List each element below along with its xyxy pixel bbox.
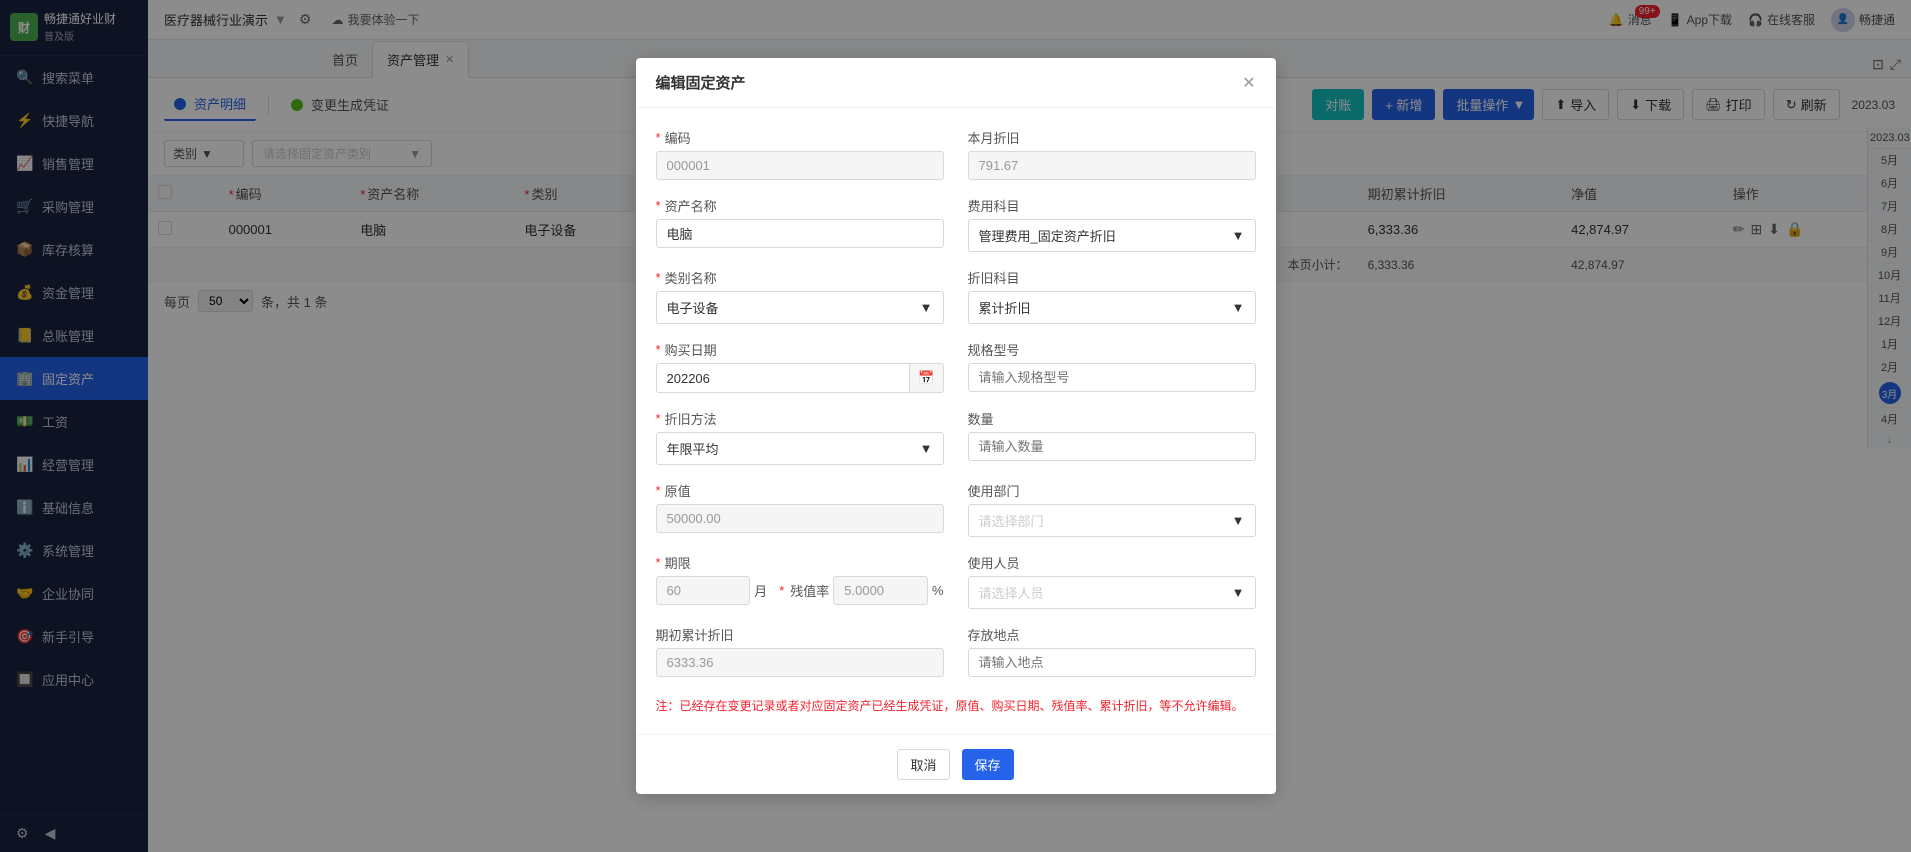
dep-account-select[interactable]: 累计折旧 ▼	[968, 291, 1256, 324]
form-row-dep-account: 折旧科目 累计折旧 ▼	[968, 268, 1256, 324]
code-input[interactable]	[656, 151, 944, 180]
category-label: * 类别名称	[656, 268, 944, 287]
user-placeholder: 请选择人员	[979, 583, 1044, 602]
expense-account-value: 管理费用_固定资产折旧	[979, 226, 1116, 245]
department-select[interactable]: 请选择部门 ▼	[968, 504, 1256, 537]
asset-name-input[interactable]	[656, 219, 944, 248]
form-row-initial-dep: 期初累计折旧	[656, 625, 944, 677]
quantity-input[interactable]	[968, 432, 1256, 461]
save-label: 保存	[975, 755, 1001, 774]
category-value: 电子设备	[667, 298, 719, 317]
residual-rate-label: 残值率	[790, 581, 829, 600]
form-row-asset-name: * 资产名称	[656, 196, 944, 252]
form-row-dep-method: * 折旧方法 年限平均 ▼	[656, 409, 944, 465]
expense-account-select[interactable]: 管理费用_固定资产折旧 ▼	[968, 219, 1256, 252]
modal-note: 注：已经存在变更记录或者对应固定资产已经生成凭证，原值、购买日期、残值率、累计折…	[656, 693, 1256, 714]
original-value-input[interactable]	[656, 504, 944, 533]
dep-method-label: * 折旧方法	[656, 409, 944, 428]
form-row-user: 使用人员 请选择人员 ▼	[968, 553, 1256, 609]
modal-body: * 编码 本月折旧 * 资产名称 费用科目	[636, 108, 1276, 734]
dep-account-label: 折旧科目	[968, 268, 1256, 287]
form-row-monthly-dep: 本月折旧	[968, 128, 1256, 180]
user-arrow: ▼	[1232, 585, 1245, 600]
expense-account-arrow: ▼	[1232, 228, 1245, 243]
dep-account-value: 累计折旧	[979, 298, 1031, 317]
monthly-dep-input[interactable]	[968, 151, 1256, 180]
department-label: 使用部门	[968, 481, 1256, 500]
edit-asset-modal: 编辑固定资产 ✕ * 编码 本月折旧 * 资产名称	[636, 58, 1276, 794]
form-row-department: 使用部门 请选择部门 ▼	[968, 481, 1256, 537]
calendar-icon[interactable]: 📅	[909, 364, 942, 392]
asset-name-label: * 资产名称	[656, 196, 944, 215]
cancel-button[interactable]: 取消	[897, 749, 949, 780]
monthly-dep-label: 本月折旧	[968, 128, 1256, 147]
form-row-expense-account: 费用科目 管理费用_固定资产折旧 ▼	[968, 196, 1256, 252]
modal-overlay: 编辑固定资产 ✕ * 编码 本月折旧 * 资产名称	[0, 0, 1911, 852]
purchase-date-group: 📅	[656, 363, 944, 393]
form-row-spec: 规格型号	[968, 340, 1256, 393]
modal-header: 编辑固定资产 ✕	[636, 58, 1276, 108]
term-unit: 月	[754, 581, 767, 600]
form-row-location: 存放地点	[968, 625, 1256, 677]
spec-input[interactable]	[968, 363, 1256, 392]
category-arrow: ▼	[920, 300, 933, 315]
expense-account-label: 费用科目	[968, 196, 1256, 215]
department-arrow: ▼	[1232, 513, 1245, 528]
category-select[interactable]: 电子设备 ▼	[656, 291, 944, 324]
form-row-category: * 类别名称 电子设备 ▼	[656, 268, 944, 324]
modal-close-icon[interactable]: ✕	[1242, 73, 1255, 93]
quantity-label: 数量	[968, 409, 1256, 428]
dep-method-select[interactable]: 年限平均 ▼	[656, 432, 944, 465]
cancel-label: 取消	[910, 755, 936, 774]
user-select[interactable]: 请选择人员 ▼	[968, 576, 1256, 609]
term-group: 月 * 残值率 %	[656, 576, 944, 605]
initial-dep-input[interactable]	[656, 648, 944, 677]
dep-method-value: 年限平均	[667, 439, 719, 458]
residual-rate-input[interactable]	[833, 576, 928, 605]
term-label: * 期限	[656, 553, 944, 572]
modal-footer: 取消 保存	[636, 734, 1276, 794]
term-input[interactable]	[656, 576, 751, 605]
location-input[interactable]	[968, 648, 1256, 677]
user-label: 使用人员	[968, 553, 1256, 572]
save-button[interactable]: 保存	[962, 749, 1014, 780]
original-value-label: * 原值	[656, 481, 944, 500]
department-placeholder: 请选择部门	[979, 511, 1044, 530]
form-row-term: * 期限 月 * 残值率 %	[656, 553, 944, 609]
dep-method-arrow: ▼	[920, 441, 933, 456]
code-label: * 编码	[656, 128, 944, 147]
purchase-date-input[interactable]	[657, 365, 910, 392]
purchase-date-label: * 购买日期	[656, 340, 944, 359]
modal-title: 编辑固定资产	[656, 72, 746, 93]
residual-rate-unit: %	[932, 583, 944, 598]
initial-dep-label: 期初累计折旧	[656, 625, 944, 644]
form-row-code: * 编码	[656, 128, 944, 180]
dep-account-arrow: ▼	[1232, 300, 1245, 315]
form-row-purchase-date: * 购买日期 📅	[656, 340, 944, 393]
spec-label: 规格型号	[968, 340, 1256, 359]
form-row-quantity: 数量	[968, 409, 1256, 465]
form-row-original-value: * 原值	[656, 481, 944, 537]
location-label: 存放地点	[968, 625, 1256, 644]
